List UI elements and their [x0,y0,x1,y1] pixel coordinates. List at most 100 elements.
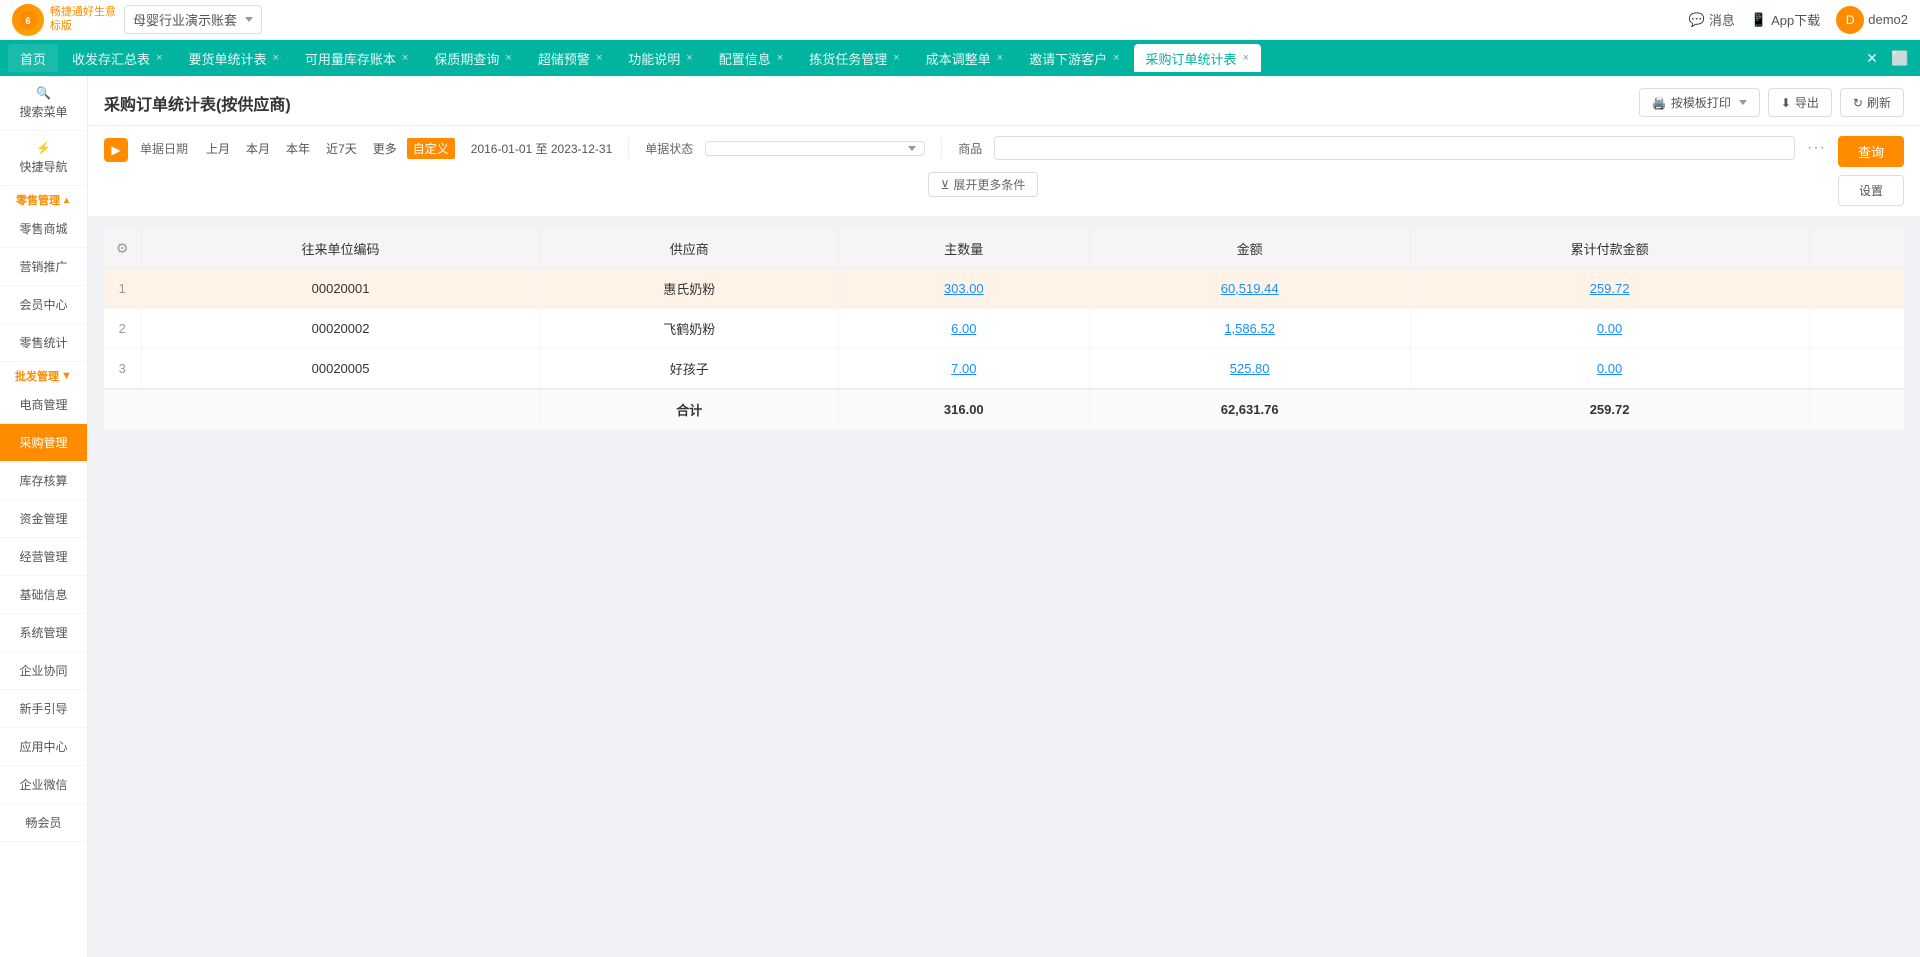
close-tab-icon[interactable]: × [686,52,692,64]
row-quantity: 6.00 [838,309,1089,349]
data-table: ⚙ 往来单位编码 供应商 主数量 金额 累计付款金额 1 00020001 惠氏… [104,229,1904,430]
sidebar-item-operations[interactable]: 经营管理 [0,538,87,576]
tab-function-desc[interactable]: 功能说明 × [616,44,704,72]
col-settings: ⚙ [104,229,141,269]
row-supplier: 好孩子 [540,349,838,390]
tab-invite-downstream[interactable]: 邀请下游客户 × [1017,44,1131,72]
filter-bar: ▶ 单据日期 上月 本月 本年 近7天 更多 自定义 [88,126,1920,217]
close-tab-icon[interactable]: × [1113,52,1119,64]
page-title: 采购订单统计表(按供应商) [104,91,291,115]
shortcut-7days[interactable]: 近7天 [320,138,363,159]
table-body: 1 00020001 惠氏奶粉 303.00 60,519.44 259.72 … [104,269,1904,390]
sidebar-item-shortcuts[interactable]: ⚡ 快捷导航 [0,131,87,186]
query-button[interactable]: 查询 [1838,136,1904,167]
table-container: ⚙ 往来单位编码 供应商 主数量 金额 累计付款金额 1 00020001 惠氏… [88,217,1920,957]
tab-available-stock[interactable]: 可用量库存账本 × [293,44,420,72]
table-row: 3 00020005 好孩子 7.00 525.80 0.00 [104,349,1904,390]
filter-row-1: 单据日期 上月 本月 本年 近7天 更多 自定义 2016-01-01 至 [140,136,1826,160]
main-layout: 🔍 搜索菜单 ⚡ 快捷导航 零售管理 零售商城 营销推广 会员中心 零售统计 批… [0,76,1920,957]
more-options-icon[interactable]: ··· [1807,139,1826,157]
sidebar-item-basic-info[interactable]: 基础信息 [0,576,87,614]
sidebar-item-vip[interactable]: 畅会员 [0,804,87,842]
footer-paid: 259.72 [1410,389,1809,430]
sidebar-item-search[interactable]: 🔍 搜索菜单 [0,76,87,131]
row-code: 00020002 [141,309,540,349]
app-download-button[interactable]: 📱 App下载 [1751,10,1820,29]
sidebar-item-enterprise-wechat[interactable]: 企业微信 [0,766,87,804]
expand-more-button[interactable]: ⊻ 展开更多条件 [928,172,1039,197]
row-code: 00020005 [141,349,540,390]
print-button[interactable]: 🖨️ 按模板打印 [1639,88,1760,117]
shortcut-this-year[interactable]: 本年 [280,138,316,159]
goods-label: 商品 [958,140,982,157]
close-tab-icon[interactable]: × [402,52,408,64]
tab-picking-task[interactable]: 拣货任务管理 × [797,44,911,72]
refresh-icon: ↻ [1853,96,1863,110]
tab-cost-adjust[interactable]: 成本调整单 × [914,44,1015,72]
print-dropdown-icon [1739,100,1747,105]
sidebar-item-app-center[interactable]: 应用中心 [0,728,87,766]
close-tab-icon[interactable]: × [156,52,162,64]
tab-goods-stats[interactable]: 要货单统计表 × [176,44,290,72]
search-icon: 🔍 [36,86,51,100]
close-tab-icon[interactable]: × [272,52,278,64]
user-menu[interactable]: D demo2 [1836,6,1908,34]
sidebar-item-new-guide[interactable]: 新手引导 [0,690,87,728]
sidebar-section-wholesale[interactable]: 批发管理 [0,362,87,386]
status-select[interactable] [705,141,925,156]
nav-end-buttons: ✕ ⬜ [1860,46,1912,70]
sidebar-item-retail-stats[interactable]: 零售统计 [0,324,87,362]
row-amount: 60,519.44 [1089,269,1410,309]
shortcut-custom[interactable]: 自定义 [407,138,455,159]
refresh-button[interactable]: ↻ 刷新 [1840,88,1904,117]
date-shortcuts: 上月 本月 本年 近7天 更多 自定义 [200,138,455,159]
sidebar: 🔍 搜索菜单 ⚡ 快捷导航 零售管理 零售商城 营销推广 会员中心 零售统计 批… [0,76,88,957]
close-tab-icon[interactable]: × [505,52,511,64]
sidebar-item-purchase[interactable]: 采购管理 [0,424,87,462]
sidebar-item-inventory[interactable]: 库存核算 [0,462,87,500]
shortcut-this-month[interactable]: 本月 [240,138,276,159]
tab-home[interactable]: 首页 [8,44,58,72]
sidebar-item-finance[interactable]: 资金管理 [0,500,87,538]
table-header-row: ⚙ 往来单位编码 供应商 主数量 金额 累计付款金额 [104,229,1904,269]
tab-overstock[interactable]: 超储预警 × [526,44,614,72]
sidebar-item-member[interactable]: 会员中心 [0,286,87,324]
row-supplier: 惠氏奶粉 [540,269,838,309]
tab-shelf-life[interactable]: 保质期查询 × [422,44,523,72]
sidebar-item-ecommerce[interactable]: 电商管理 [0,386,87,424]
sidebar-item-system[interactable]: 系统管理 [0,614,87,652]
tab-purchase-stats[interactable]: 采购订单统计表 × [1134,44,1261,72]
column-settings-icon[interactable]: ⚙ [116,240,129,256]
workspace-dropdown-icon [245,17,253,22]
tab-config-info[interactable]: 配置信息 × [707,44,795,72]
sidebar-item-marketing[interactable]: 营销推广 [0,248,87,286]
sidebar-item-retail-shop[interactable]: 零售商城 [0,210,87,248]
top-bar-right: 💬 消息 📱 App下载 D demo2 [1689,6,1908,34]
tab-receive-summary[interactable]: 收发存汇总表 × [60,44,174,72]
footer-label: 合计 [540,389,838,430]
settings-button[interactable]: 设置 [1838,175,1904,206]
row-quantity: 7.00 [838,349,1089,390]
close-all-tabs-button[interactable]: ✕ [1860,46,1884,70]
shortcut-more[interactable]: 更多 [367,138,403,159]
row-paid: 0.00 [1410,349,1809,390]
table-row: 2 00020002 飞鹤奶粉 6.00 1,586.52 0.00 [104,309,1904,349]
close-tab-icon[interactable]: × [997,52,1003,64]
close-tab-icon[interactable]: × [1243,52,1249,64]
row-paid: 0.00 [1410,309,1809,349]
export-button[interactable]: ⬇ 导出 [1768,88,1832,117]
goods-search-input[interactable] [994,136,1795,160]
workspace-selector[interactable]: 母婴行业演示账套 [124,5,262,34]
shortcut-last-month[interactable]: 上月 [200,138,236,159]
col-amount: 金额 [1089,229,1410,269]
filter-toggle-button[interactable]: ▶ [104,138,128,162]
sidebar-item-enterprise-collab[interactable]: 企业协同 [0,652,87,690]
close-tab-icon[interactable]: × [777,52,783,64]
restore-window-button[interactable]: ⬜ [1888,46,1912,70]
avatar: D [1836,6,1864,34]
message-button[interactable]: 💬 消息 [1689,10,1735,29]
close-tab-icon[interactable]: × [596,52,602,64]
sidebar-section-retail[interactable]: 零售管理 [0,186,87,210]
filter-fields: 单据日期 上月 本月 本年 近7天 更多 自定义 2016-01-01 至 [140,136,1826,201]
close-tab-icon[interactable]: × [893,52,899,64]
